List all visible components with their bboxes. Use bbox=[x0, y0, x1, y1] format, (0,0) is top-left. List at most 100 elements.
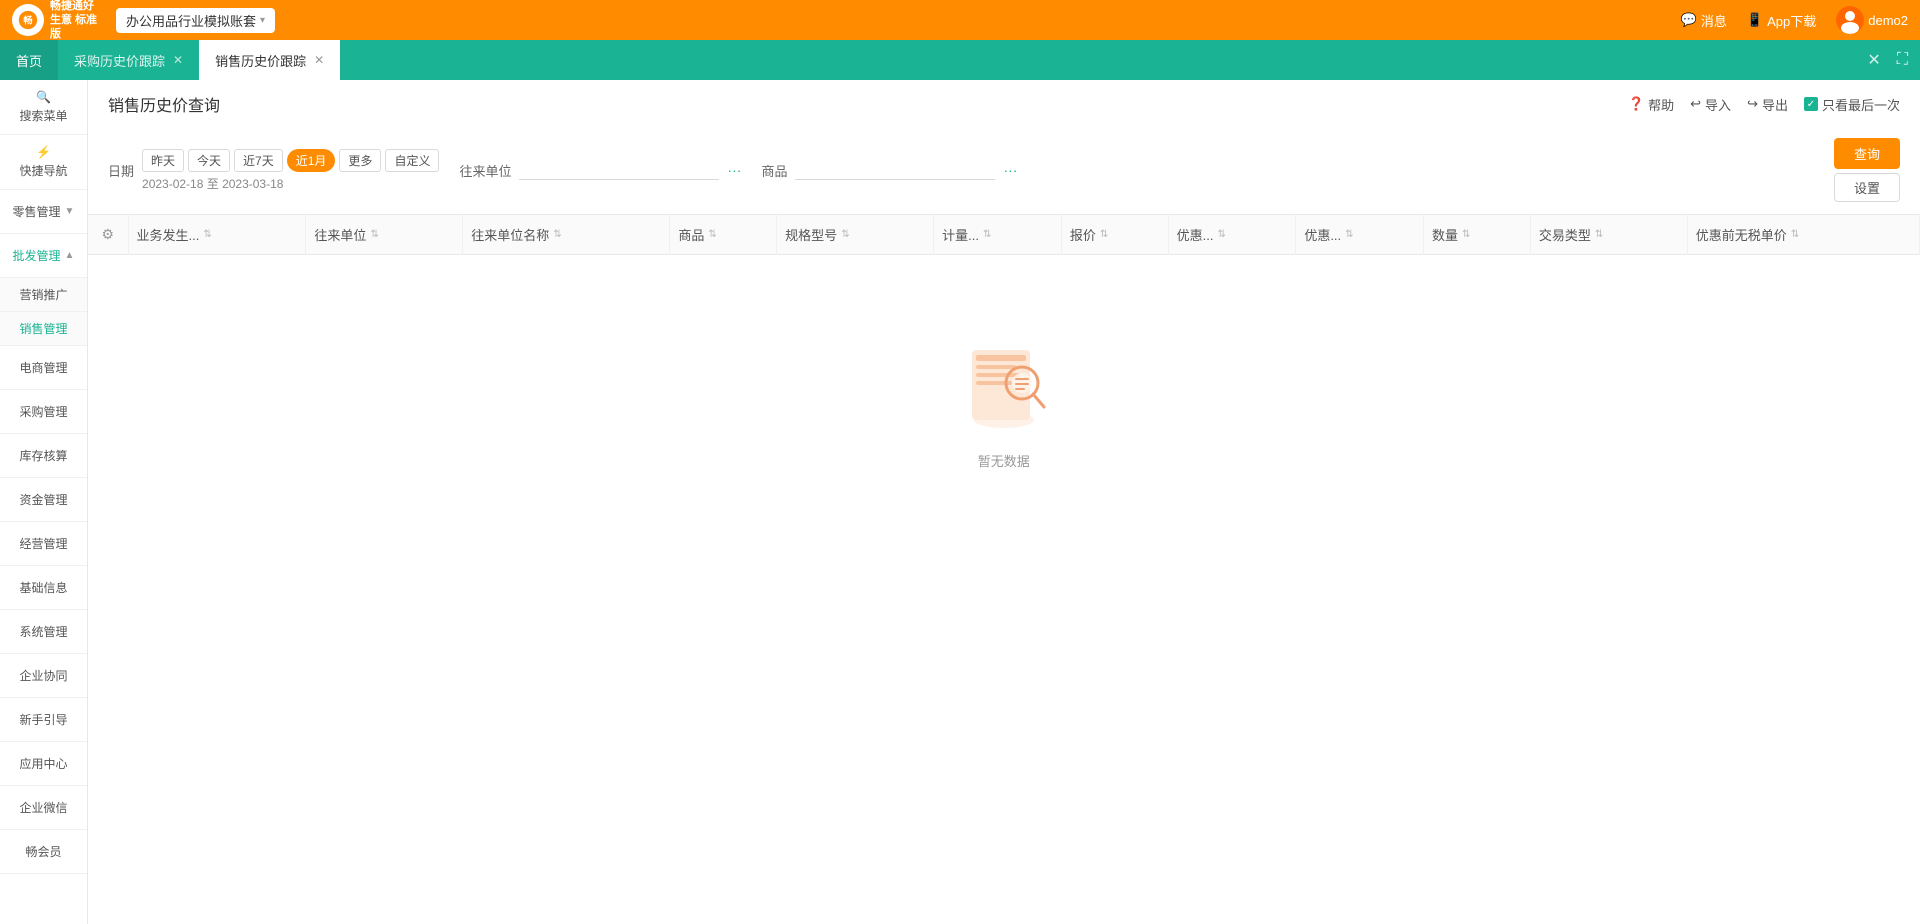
sort-icon: ⇅ bbox=[1217, 229, 1225, 240]
sidebar-item-wholesale[interactable]: 批发管理 ▲ bbox=[0, 234, 87, 278]
help-icon: ❓ bbox=[1628, 96, 1644, 112]
import-icon: ↩ bbox=[1690, 96, 1701, 112]
product-picker-icon[interactable]: ··· bbox=[1003, 162, 1017, 178]
sidebar-item-quick-nav[interactable]: ⚡ 快捷导航 bbox=[0, 135, 87, 190]
filter-row: 日期 昨天 今天 近7天 近1月 更多 自定义 2023-02-18 至 202… bbox=[108, 128, 1900, 214]
col-pretax-price[interactable]: 优惠前无税单价 ⇅ bbox=[1687, 215, 1919, 255]
tab-purchase-label: 采购历史价跟踪 bbox=[74, 51, 165, 70]
close-icon[interactable]: ✕ bbox=[173, 53, 183, 67]
close-icon[interactable]: ✕ bbox=[314, 53, 324, 67]
source-label: 往来单位 bbox=[459, 161, 511, 180]
sort-icon: ⇅ bbox=[1462, 229, 1470, 240]
sidebar-item-retail[interactable]: 零售管理 ▼ bbox=[0, 190, 87, 234]
col-spec[interactable]: 规格型号 ⇅ bbox=[777, 215, 934, 255]
date-label: 日期 bbox=[108, 161, 134, 180]
date-btn-7days[interactable]: 近7天 bbox=[234, 149, 283, 172]
date-btn-yesterday[interactable]: 昨天 bbox=[142, 149, 184, 172]
sort-icon: ⇅ bbox=[1345, 229, 1353, 240]
sidebar-item-purchase[interactable]: 采购管理 bbox=[0, 390, 87, 434]
source-input[interactable] bbox=[519, 160, 719, 180]
tab-sales-label: 销售历史价跟踪 bbox=[215, 51, 306, 70]
user-menu[interactable]: demo2 bbox=[1836, 6, 1908, 34]
sort-icon: ⇅ bbox=[1100, 229, 1108, 240]
sidebar-item-operations[interactable]: 经营管理 bbox=[0, 522, 87, 566]
sidebar-item-sales[interactable]: 销售管理 bbox=[0, 312, 87, 346]
col-trade-type[interactable]: 交易类型 ⇅ bbox=[1530, 215, 1687, 255]
sidebar-item-marketing[interactable]: 营销推广 bbox=[0, 278, 87, 312]
help-button[interactable]: ❓ 帮助 bbox=[1628, 95, 1674, 114]
workspace-selector[interactable]: 办公用品行业模拟账套 ▾ bbox=[116, 8, 275, 33]
only-last-checkbox[interactable]: ✓ 只看最后一次 bbox=[1804, 95, 1900, 114]
download-icon: 📱 bbox=[1747, 12, 1763, 28]
sort-icon: ⇅ bbox=[553, 229, 561, 240]
col-product[interactable]: 商品 ⇅ bbox=[670, 215, 777, 255]
col-biz-date[interactable]: 业务发生... ⇅ bbox=[128, 215, 306, 255]
col-unit-code[interactable]: 往来单位 ⇅ bbox=[306, 215, 463, 255]
tab-fullscreen-icon[interactable]: ⛶ bbox=[1893, 47, 1912, 73]
import-button[interactable]: ↩ 导入 bbox=[1690, 95, 1731, 114]
page-header: 销售历史价查询 ❓ 帮助 ↩ 导入 ↪ 导出 ✓ bbox=[88, 80, 1920, 215]
col-discount1[interactable]: 优惠... ⇅ bbox=[1168, 215, 1296, 255]
col-unit-name[interactable]: 往来单位名称 ⇅ bbox=[463, 215, 670, 255]
tab-close-all-icon[interactable]: ✕ bbox=[1863, 46, 1884, 74]
page-title-row: 销售历史价查询 ❓ 帮助 ↩ 导入 ↪ 导出 ✓ bbox=[108, 92, 1900, 116]
svg-text:畅: 畅 bbox=[23, 15, 32, 26]
col-quote[interactable]: 报价 ⇅ bbox=[1061, 215, 1168, 255]
data-table: ⚙ 业务发生... ⇅ 往来单位 ⇅ bbox=[88, 215, 1920, 550]
sidebar-item-basic[interactable]: 基础信息 bbox=[0, 566, 87, 610]
date-btn-1month[interactable]: 近1月 bbox=[287, 149, 336, 172]
checkbox-icon: ✓ bbox=[1804, 97, 1818, 111]
sidebar-item-wechat[interactable]: 企业微信 bbox=[0, 786, 87, 830]
sidebar: 🔍 搜索菜单 ⚡ 快捷导航 零售管理 ▼ 批发管理 ▲ 营销推广 销售管理 电商… bbox=[0, 80, 88, 924]
product-input[interactable] bbox=[795, 160, 995, 180]
settings-icon[interactable]: ⚙ bbox=[101, 226, 114, 242]
tab-bar-right: ✕ ⛶ bbox=[1863, 46, 1920, 74]
app-download-button[interactable]: 📱 App下载 bbox=[1747, 11, 1816, 30]
source-picker-icon[interactable]: ··· bbox=[727, 162, 741, 178]
settings-button[interactable]: 设置 bbox=[1834, 173, 1900, 202]
sidebar-item-vip[interactable]: 畅会员 bbox=[0, 830, 87, 874]
logo-text: 畅捷通好生意 标准版 bbox=[50, 0, 100, 41]
main-layout: 🔍 搜索菜单 ⚡ 快捷导航 零售管理 ▼ 批发管理 ▲ 营销推广 销售管理 电商… bbox=[0, 80, 1920, 924]
empty-state: 暂无数据 bbox=[88, 255, 1920, 550]
tab-bar: 首页 采购历史价跟踪 ✕ 销售历史价跟踪 ✕ ✕ ⛶ bbox=[0, 40, 1920, 80]
sidebar-item-inventory[interactable]: 库存核算 bbox=[0, 434, 87, 478]
date-btn-today[interactable]: 今天 bbox=[188, 149, 230, 172]
sidebar-item-apps[interactable]: 应用中心 bbox=[0, 742, 87, 786]
date-buttons: 昨天 今天 近7天 近1月 更多 自定义 bbox=[142, 149, 439, 172]
chevron-down-icon: ▼ bbox=[65, 206, 75, 217]
page-title: 销售历史价查询 bbox=[108, 92, 220, 116]
search-icon: 🔍 bbox=[36, 90, 51, 104]
sidebar-item-newbie[interactable]: 新手引导 bbox=[0, 698, 87, 742]
empty-illustration bbox=[944, 335, 1064, 435]
filter-actions: 查询 设置 bbox=[1834, 138, 1900, 202]
col-discount2[interactable]: 优惠... ⇅ bbox=[1296, 215, 1424, 255]
sidebar-item-enterprise[interactable]: 企业协同 bbox=[0, 654, 87, 698]
sort-icon: ⇅ bbox=[1791, 229, 1799, 240]
date-btn-custom[interactable]: 自定义 bbox=[385, 149, 439, 172]
chevron-down-icon: ▾ bbox=[260, 15, 265, 26]
avatar bbox=[1836, 6, 1864, 34]
export-button[interactable]: ↪ 导出 bbox=[1747, 95, 1788, 114]
sidebar-item-system[interactable]: 系统管理 bbox=[0, 610, 87, 654]
sidebar-item-ecom[interactable]: 电商管理 bbox=[0, 346, 87, 390]
col-settings[interactable]: ⚙ bbox=[88, 215, 128, 255]
source-filter-group: 往来单位 ··· bbox=[459, 160, 741, 180]
table-header-row: ⚙ 业务发生... ⇅ 往来单位 ⇅ bbox=[88, 215, 1920, 255]
query-button[interactable]: 查询 bbox=[1834, 138, 1900, 169]
top-header: 畅 畅捷通好生意 标准版 办公用品行业模拟账套 ▾ 💬 消息 📱 App下载 bbox=[0, 0, 1920, 40]
sort-icon: ⇅ bbox=[708, 229, 716, 240]
tab-purchase-history[interactable]: 采购历史价跟踪 ✕ bbox=[58, 40, 199, 80]
tab-sales-history[interactable]: 销售历史价跟踪 ✕ bbox=[199, 40, 340, 80]
col-quantity[interactable]: 数量 ⇅ bbox=[1424, 215, 1531, 255]
page-actions: ❓ 帮助 ↩ 导入 ↪ 导出 ✓ 只看最后一次 bbox=[1628, 95, 1900, 114]
message-icon: 💬 bbox=[1681, 12, 1697, 28]
message-button[interactable]: 💬 消息 bbox=[1681, 11, 1727, 30]
col-unit[interactable]: 计量... ⇅ bbox=[934, 215, 1062, 255]
sort-icon: ⇅ bbox=[203, 229, 211, 240]
export-icon: ↪ bbox=[1747, 96, 1758, 112]
sidebar-item-search[interactable]: 🔍 搜索菜单 bbox=[0, 80, 87, 135]
date-btn-more[interactable]: 更多 bbox=[339, 149, 381, 172]
tab-home[interactable]: 首页 bbox=[0, 40, 58, 80]
sidebar-item-finance[interactable]: 资金管理 bbox=[0, 478, 87, 522]
